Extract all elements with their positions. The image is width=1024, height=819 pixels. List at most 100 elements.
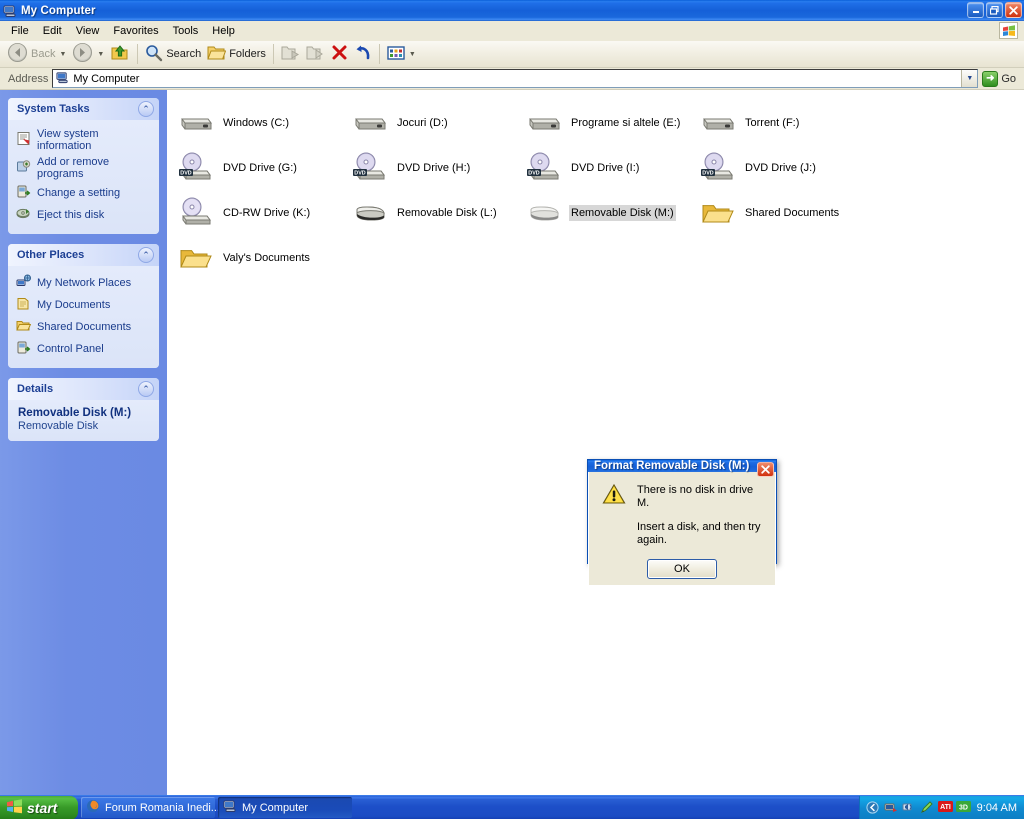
move-to-button[interactable] bbox=[278, 42, 303, 66]
drive-item-dvd-i[interactable]: DVD DVD Drive (I:) bbox=[521, 145, 695, 190]
folder-label: Valy's Documents bbox=[223, 251, 310, 264]
drive-label: Programe si altele (E:) bbox=[571, 116, 681, 129]
dialog-button-row: OK bbox=[597, 559, 767, 579]
network-places-icon bbox=[16, 274, 31, 292]
windows-flag-icon[interactable] bbox=[999, 22, 1018, 39]
toolbar-separator bbox=[137, 44, 139, 64]
drive-label: DVD Drive (H:) bbox=[397, 161, 471, 174]
menu-item-view[interactable]: View bbox=[69, 23, 107, 39]
views-icon bbox=[387, 45, 405, 64]
chevron-down-icon[interactable]: ▼ bbox=[97, 51, 104, 58]
sidebar-item-shared-documents[interactable]: Shared Documents bbox=[16, 316, 153, 338]
chevron-up-icon[interactable]: ⌃ bbox=[138, 247, 154, 263]
svg-text:3D: 3D bbox=[959, 804, 968, 811]
3d-icon[interactable]: 3D bbox=[955, 800, 971, 815]
chevron-up-icon[interactable]: ⌃ bbox=[138, 381, 154, 397]
up-button[interactable] bbox=[107, 42, 133, 66]
sidebar-item-view-system-information[interactable]: View system information bbox=[16, 126, 153, 154]
sidebar-item-control-panel[interactable]: Control Panel bbox=[16, 338, 153, 360]
drive-item-dvd-h[interactable]: DVD DVD Drive (H:) bbox=[347, 145, 521, 190]
folder-item-valys-documents[interactable]: Valy's Documents bbox=[173, 235, 347, 280]
chevron-up-icon[interactable]: ⌃ bbox=[138, 101, 154, 117]
ok-button[interactable]: OK bbox=[647, 559, 717, 579]
removable-disk-icon bbox=[351, 196, 389, 230]
sidebar-item-my-network-places[interactable]: My Network Places bbox=[16, 272, 153, 294]
drive-item-programe-si-altele-e[interactable]: Programe si altele (E:) bbox=[521, 100, 695, 145]
folders-button[interactable]: Folders bbox=[204, 42, 269, 66]
eject-disk-icon bbox=[16, 206, 31, 224]
sidebar-item-label: Change a setting bbox=[37, 187, 121, 199]
minimize-button[interactable] bbox=[967, 2, 984, 18]
close-button[interactable] bbox=[1005, 2, 1022, 18]
add-remove-programs-icon bbox=[16, 159, 31, 177]
details-item-type: Removable Disk bbox=[18, 420, 99, 432]
search-button[interactable]: Search bbox=[142, 42, 204, 66]
drive-label: DVD Drive (J:) bbox=[745, 161, 816, 174]
address-label: Address bbox=[8, 72, 49, 85]
sidebar-item-change-a-setting[interactable]: Change a setting bbox=[16, 182, 153, 204]
drive-item-dvd-j[interactable]: DVD DVD Drive (J:) bbox=[695, 145, 869, 190]
chevron-down-icon[interactable]: ▼ bbox=[409, 51, 416, 58]
panel-header[interactable]: Details ⌃ bbox=[8, 378, 159, 400]
panel-title: System Tasks bbox=[17, 103, 90, 115]
hard-disk-icon bbox=[351, 106, 389, 140]
folder-item-shared-documents[interactable]: Shared Documents bbox=[695, 190, 869, 235]
show-hidden-icons-button[interactable] bbox=[866, 800, 880, 815]
sidebar-item-eject-this-disk[interactable]: Eject this disk bbox=[16, 204, 153, 226]
window-titlebar: My Computer bbox=[0, 0, 1024, 21]
menu-item-edit[interactable]: Edit bbox=[36, 23, 69, 39]
back-label: Back bbox=[31, 48, 56, 60]
panel-body: View system information Add or remove pr… bbox=[8, 120, 159, 234]
menu-item-tools[interactable]: Tools bbox=[166, 23, 206, 39]
panel-header[interactable]: System Tasks ⌃ bbox=[8, 98, 159, 120]
menu-item-help[interactable]: Help bbox=[205, 23, 242, 39]
dialog-message-row: There is no disk in drive M. Insert a di… bbox=[597, 482, 767, 547]
drive-item-removable-l[interactable]: Removable Disk (L:) bbox=[347, 190, 521, 235]
file-list-area[interactable]: Windows (C:) Jocuri (D:) Programe si alt… bbox=[167, 90, 1024, 795]
address-bar: Address My Computer ▼ ➜ Go bbox=[0, 68, 1024, 90]
ati-icon[interactable]: ATI bbox=[937, 800, 953, 815]
drive-item-torrent-f[interactable]: Torrent (F:) bbox=[695, 100, 869, 145]
drive-label: Jocuri (D:) bbox=[397, 116, 448, 129]
sidebar-item-add-or-remove-programs[interactable]: Add or remove programs bbox=[16, 154, 153, 182]
go-button[interactable]: ➜ Go bbox=[978, 70, 1022, 87]
undo-button[interactable] bbox=[351, 42, 375, 66]
delete-button[interactable] bbox=[328, 42, 351, 66]
copy-to-button[interactable] bbox=[303, 42, 328, 66]
chevron-down-icon[interactable]: ▼ bbox=[961, 70, 978, 87]
pen-icon[interactable] bbox=[920, 800, 934, 815]
sidebar-item-label: Shared Documents bbox=[37, 321, 132, 333]
drive-item-windows-c[interactable]: Windows (C:) bbox=[173, 100, 347, 145]
menu-item-favorites[interactable]: Favorites bbox=[106, 23, 165, 39]
folders-label: Folders bbox=[229, 48, 266, 60]
views-button[interactable]: ▼ bbox=[384, 42, 419, 66]
dvd-drive-icon: DVD bbox=[699, 151, 737, 185]
taskbar-button-firefox[interactable]: Forum Romania Inedi... bbox=[81, 797, 220, 818]
warning-triangle-icon bbox=[601, 482, 627, 547]
back-button[interactable]: Back ▼ bbox=[4, 42, 69, 66]
volume-icon[interactable] bbox=[902, 801, 916, 815]
windows-flag-icon bbox=[6, 798, 23, 817]
panel-header[interactable]: Other Places ⌃ bbox=[8, 244, 159, 266]
drive-item-removable-m[interactable]: Removable Disk (M:) bbox=[521, 190, 695, 235]
clock[interactable]: 9:04 AM bbox=[977, 802, 1017, 814]
start-button[interactable]: start bbox=[0, 795, 78, 819]
drive-label: Removable Disk (M:) bbox=[569, 204, 676, 221]
drive-label: Removable Disk (L:) bbox=[397, 206, 497, 219]
drive-item-dvd-g[interactable]: DVD DVD Drive (G:) bbox=[173, 145, 347, 190]
drive-item-jocuri-d[interactable]: Jocuri (D:) bbox=[347, 100, 521, 145]
drive-item-cdrw-k[interactable]: CD-RW Drive (K:) bbox=[173, 190, 347, 235]
dialog-message-line1: There is no disk in drive M. bbox=[637, 484, 754, 509]
chevron-down-icon[interactable]: ▼ bbox=[59, 51, 66, 58]
icon-grid: Windows (C:) Jocuri (D:) Programe si alt… bbox=[167, 100, 1024, 280]
menu-item-file[interactable]: File bbox=[4, 23, 36, 39]
maximize-button[interactable] bbox=[986, 2, 1003, 18]
hard-disk-icon bbox=[177, 106, 215, 140]
network-icon[interactable] bbox=[884, 801, 898, 815]
address-input[interactable]: My Computer ▼ bbox=[52, 69, 979, 88]
dialog-close-button[interactable] bbox=[757, 462, 774, 477]
taskbar-button-my-computer[interactable]: My Computer bbox=[218, 797, 352, 818]
forward-button[interactable]: ▼ bbox=[69, 42, 107, 66]
address-value: My Computer bbox=[73, 72, 140, 85]
sidebar-item-my-documents[interactable]: My Documents bbox=[16, 294, 153, 316]
